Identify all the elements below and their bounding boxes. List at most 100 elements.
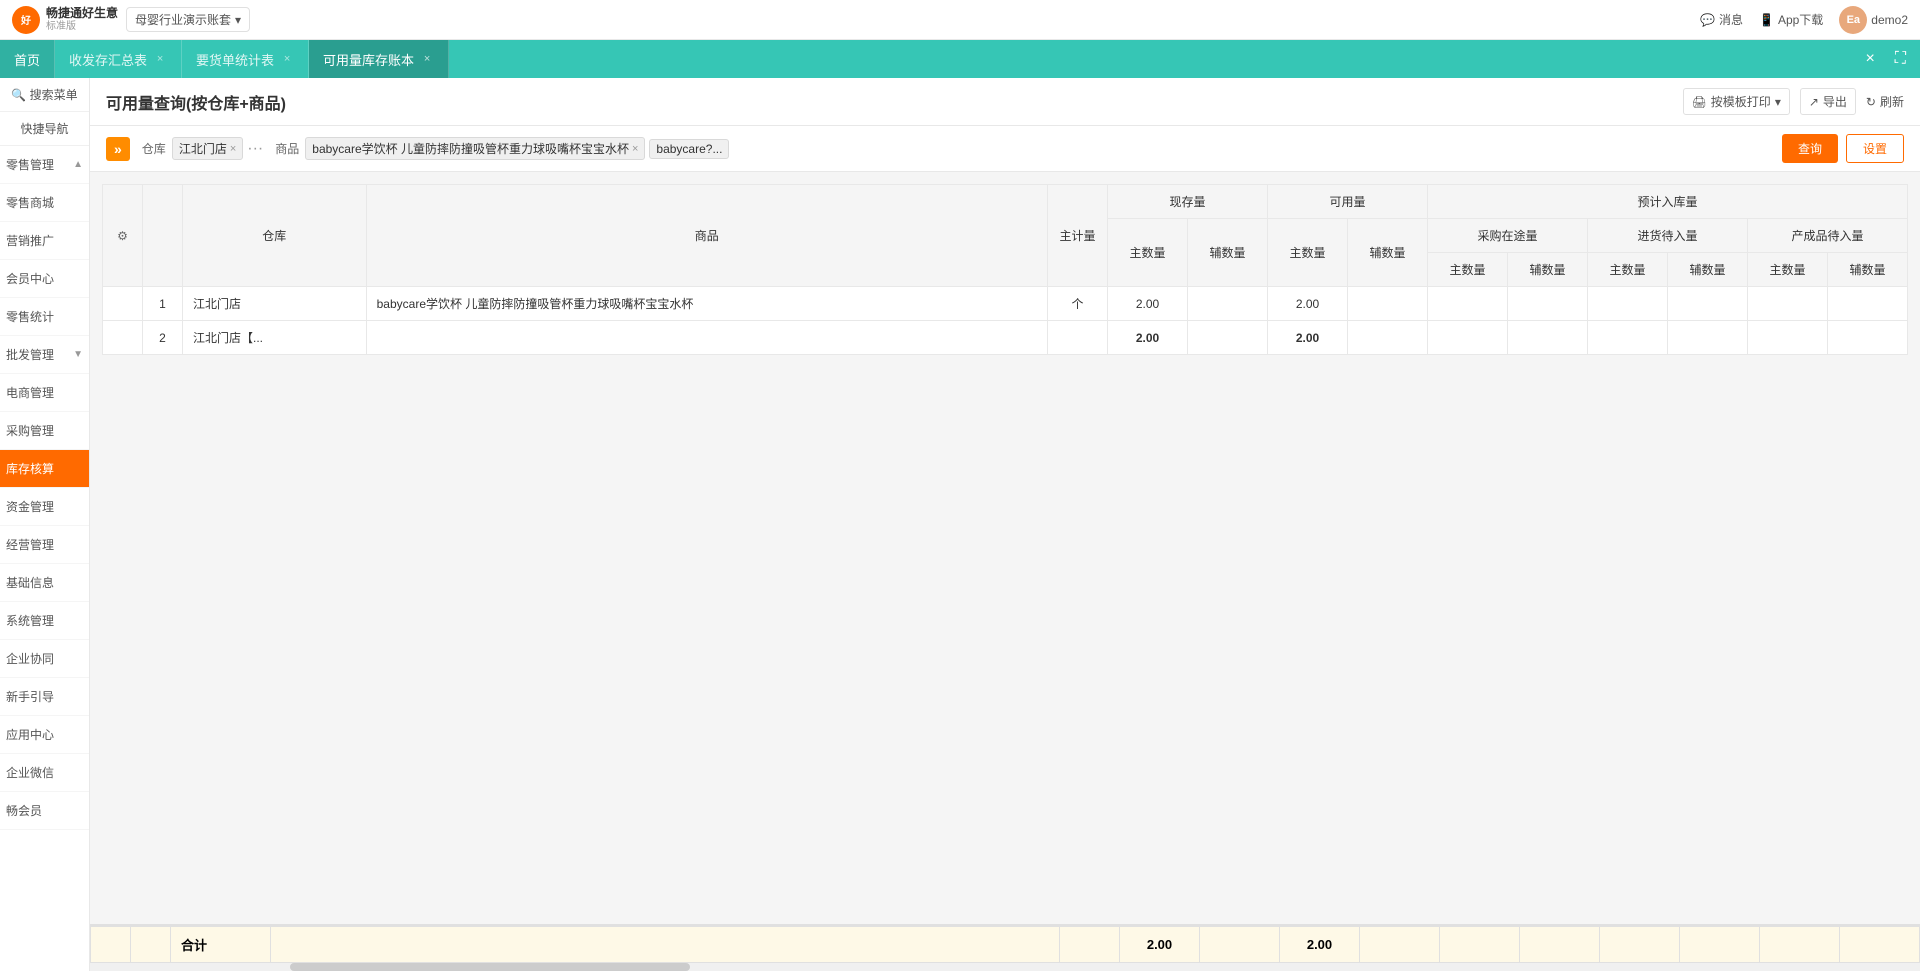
app-download-label: App下载 — [1778, 11, 1823, 28]
sidebar-item-system-label: 系统管理 — [6, 612, 54, 629]
tab-close-icon[interactable]: × — [153, 52, 167, 66]
product-tag-1[interactable]: babycare学饮杯 儿童防摔防撞吸管杯重力球吸嘴杯宝宝水杯 × — [305, 137, 645, 160]
sidebar-item-newbie[interactable]: 新手引导 — [0, 678, 89, 716]
th-available-main: 主数量 — [1268, 219, 1348, 287]
sidebar-item-basic-info[interactable]: 基础信息 — [0, 564, 89, 602]
sidebar-item-retail-mgmt-label: 零售管理 — [6, 156, 54, 173]
search-icon: 🔍 — [11, 88, 26, 102]
sidebar-item-newbie-label: 新手引导 — [6, 688, 54, 705]
search-label: 搜索菜单 — [30, 88, 78, 102]
product-filter-tags: babycare学饮杯 儿童防摔防撞吸管杯重力球吸嘴杯宝宝水杯 × babyca… — [305, 137, 729, 160]
sidebar-item-enterprise[interactable]: 企业协同 — [0, 640, 89, 678]
sidebar-item-finance[interactable]: 资金管理 — [0, 488, 89, 526]
sidebar-item-system[interactable]: 系统管理 — [0, 602, 89, 640]
app-download-btn[interactable]: 📱 App下载 — [1759, 11, 1823, 28]
td-unit-1: 个 — [1048, 287, 1108, 321]
warehouse-filter-group: 仓库 江北门店 × ··· — [142, 137, 263, 160]
sidebar-item-wholesale[interactable]: 批发管理 ▼ — [0, 336, 89, 374]
page-title: 可用量查询(按仓库+商品) — [106, 90, 286, 114]
sidebar-item-enterprise-label: 企业协同 — [6, 650, 54, 667]
sidebar-item-app-center[interactable]: 应用中心 — [0, 716, 89, 754]
footer-incoming-aux — [1680, 927, 1760, 963]
message-label: 消息 — [1719, 11, 1743, 28]
th-settings: ⚙ — [103, 185, 143, 287]
horizontal-scrollbar[interactable] — [90, 963, 1920, 971]
avatar: Ea — [1839, 6, 1867, 34]
td-incoming-aux-2 — [1668, 321, 1748, 355]
sidebar-item-inventory[interactable]: 库存核算 — [0, 450, 89, 488]
sidebar-item-retail-mall[interactable]: 零售商城 — [0, 184, 89, 222]
th-incoming-group: 进货待入量 — [1588, 219, 1748, 253]
chevron-icon: ▲ — [73, 159, 83, 170]
gear-icon[interactable]: ⚙ — [117, 229, 128, 243]
td-warehouse-1: 江北门店 — [183, 287, 367, 321]
sidebar-item-marketing[interactable]: 营销推广 — [0, 222, 89, 260]
footer-row: 合计 2.00 2.00 — [91, 927, 1920, 963]
sidebar-item-retail-mall-label: 零售商城 — [6, 194, 54, 211]
footer-settings — [91, 927, 131, 963]
product-filter-label: 商品 — [275, 140, 299, 157]
footer-label: 合计 — [171, 927, 271, 963]
user-profile[interactable]: Ea demo2 — [1839, 6, 1908, 34]
chevron-down-icon: ▾ — [1775, 95, 1781, 109]
sidebar-item-enterprise-wx[interactable]: 企业微信 — [0, 754, 89, 792]
td-num-1: 1 — [143, 287, 183, 321]
td-settings-2 — [103, 321, 143, 355]
filter-actions: 查询 设置 — [1782, 134, 1904, 163]
tab-home[interactable]: 首页 — [0, 40, 55, 78]
product-tag-close-1[interactable]: × — [632, 143, 638, 155]
print-label: 按模板打印 — [1711, 93, 1771, 110]
filter-toggle-btn[interactable]: » — [106, 137, 130, 161]
th-product: 商品 — [366, 185, 1047, 287]
expand-btn[interactable]: ⛶ — [1889, 48, 1912, 70]
sidebar-item-retail-stats-label: 零售统计 — [6, 308, 54, 325]
td-available-aux-1 — [1348, 287, 1428, 321]
sidebar-item-retail-mgmt[interactable]: 零售管理 ▲ — [0, 146, 89, 184]
th-unit: 主计量 — [1048, 185, 1108, 287]
warehouse-filter-more[interactable]: ··· — [247, 140, 263, 158]
sidebar-item-member2[interactable]: 畅会员 — [0, 792, 89, 830]
print-icon: 🖨 — [1692, 95, 1707, 109]
sidebar-search[interactable]: 🔍 搜索菜单 — [0, 78, 89, 112]
sidebar-item-purchase[interactable]: 采购管理 — [0, 412, 89, 450]
tab-close-icon[interactable]: × — [420, 52, 434, 66]
data-table: ⚙ 仓库 商品 主计量 现存量 可用量 预计入库量 主数量 辅数量 主数量 — [102, 184, 1908, 355]
message-btn[interactable]: 💬 消息 — [1700, 11, 1743, 28]
tab-available-stock[interactable]: 可用量库存账本 × — [309, 40, 449, 78]
refresh-btn[interactable]: ↻ 刷新 — [1866, 93, 1904, 110]
th-available-group: 可用量 — [1268, 185, 1428, 219]
sidebar-quick-nav[interactable]: 快捷导航 — [0, 112, 89, 146]
sidebar: 🔍 搜索菜单 快捷导航 零售管理 ▲ 零售商城 营销推广 会员中心 零售统计 批… — [0, 78, 90, 971]
sidebar-item-member[interactable]: 会员中心 — [0, 260, 89, 298]
tab-receive-summary[interactable]: 收发存汇总表 × — [55, 40, 182, 78]
content-area: 可用量查询(按仓库+商品) 🖨 按模板打印 ▾ ↗ 导出 ↻ 刷新 » — [90, 78, 1920, 971]
sidebar-item-retail-stats[interactable]: 零售统计 — [0, 298, 89, 336]
td-available-main-1: 2.00 — [1268, 287, 1348, 321]
sidebar-item-enterprise-wx-label: 企业微信 — [6, 764, 54, 781]
print-btn[interactable]: 🖨 按模板打印 ▾ — [1683, 88, 1790, 115]
td-stock-aux-2 — [1188, 321, 1268, 355]
sidebar-item-business[interactable]: 经营管理 — [0, 526, 89, 564]
query-btn[interactable]: 查询 — [1782, 134, 1838, 163]
logo-text-area: 畅捷通好生意 标准版 — [46, 6, 118, 32]
product-tag-2[interactable]: babycare?... — [649, 139, 729, 159]
td-product-2 — [366, 321, 1047, 355]
warehouse-tag-1[interactable]: 江北门店 × — [172, 137, 243, 160]
scroll-thumb[interactable] — [290, 963, 690, 971]
td-num-2: 2 — [143, 321, 183, 355]
close-all-tabs-btn[interactable]: × — [1859, 48, 1880, 70]
tab-close-icon[interactable]: × — [280, 52, 294, 66]
th-incoming-aux: 辅数量 — [1668, 253, 1748, 287]
industry-selector[interactable]: 母婴行业演示账套 ▾ — [126, 7, 250, 32]
sidebar-item-ecommerce[interactable]: 电商管理 — [0, 374, 89, 412]
th-production-main: 主数量 — [1748, 253, 1828, 287]
setting-btn[interactable]: 设置 — [1846, 134, 1904, 163]
export-btn[interactable]: ↗ 导出 — [1800, 88, 1856, 115]
footer-stock-main: 2.00 — [1120, 927, 1200, 963]
warehouse-tag-close[interactable]: × — [230, 143, 236, 155]
product-tag-text-1: babycare学饮杯 儿童防摔防撞吸管杯重力球吸嘴杯宝宝水杯 — [312, 140, 629, 157]
page-actions: 🖨 按模板打印 ▾ ↗ 导出 ↻ 刷新 — [1683, 88, 1904, 115]
th-purchase-group: 采购在途量 — [1428, 219, 1588, 253]
product-filter-group: 商品 babycare学饮杯 儿童防摔防撞吸管杯重力球吸嘴杯宝宝水杯 × bab… — [275, 137, 729, 160]
tab-order-stats[interactable]: 要货单统计表 × — [182, 40, 309, 78]
